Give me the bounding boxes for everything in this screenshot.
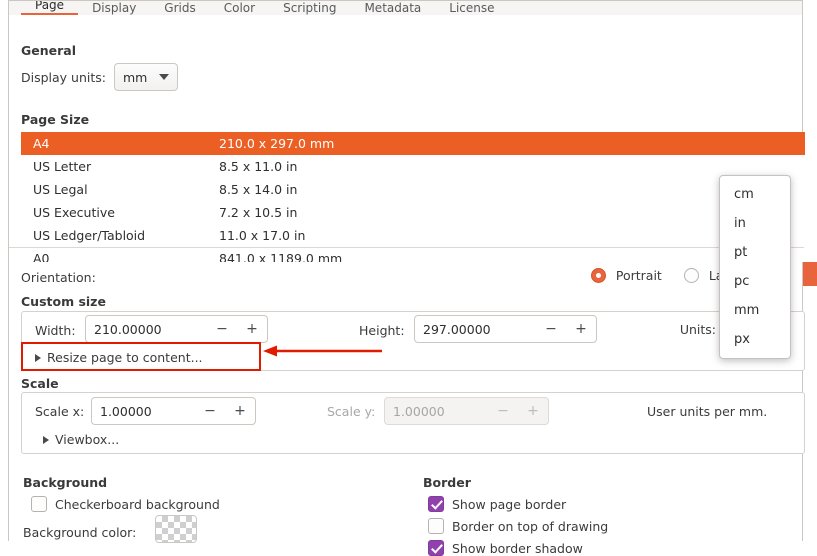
scale-y-decrement-button: − [497,403,509,419]
viewbox-label: Viewbox... [55,432,120,447]
show-page-border-checkbox-row[interactable]: Show page border [428,496,566,512]
width-label: Width: [35,323,76,338]
divider [9,247,804,248]
page-size-section-title: Page Size [21,112,90,127]
display-units-value: mm [123,69,148,85]
radio-landscape[interactable] [683,268,699,283]
table-row[interactable]: A4 210.0 x 297.0 mm [21,132,805,155]
units-dropdown-menu[interactable]: cm in pt pc mm px [719,175,791,359]
width-decrement-button[interactable]: − [207,316,237,342]
page-size-dims: 8.5 x 11.0 in [219,159,298,174]
viewbox-expander[interactable]: Viewbox... [43,432,119,447]
window-edge-fragment [803,262,817,286]
tab-color[interactable]: Color [210,1,269,16]
scale-x-decrement-button[interactable]: − [195,398,225,424]
background-color-label: Background color: [23,525,137,540]
height-label: Height: [359,323,405,338]
scale-y-increment-button: + [527,403,539,419]
custom-size-units-label: Units: [679,322,716,337]
border-on-top-checkbox-row[interactable]: Border on top of drawing [428,518,608,534]
checkerboard-background-label: Checkerboard background [55,496,220,512]
tab-grids[interactable]: Grids [150,1,209,16]
table-row[interactable]: US Letter 8.5 x 11.0 in [21,155,805,178]
scale-x-input[interactable] [92,398,195,424]
height-decrement-button[interactable]: − [536,316,566,342]
scale-x-spinner[interactable]: − + [91,397,256,425]
checkbox-border-on-top-of-drawing[interactable] [428,518,444,534]
units-option-cm[interactable]: cm [720,180,790,209]
checkbox-checkerboard-background[interactable] [31,496,47,512]
show-border-shadow-label: Show border shadow [452,540,583,556]
scale-x-increment-button[interactable]: + [225,398,255,424]
dialog-tab-strip: Page Display Grids Color Scripting Metad… [8,0,803,16]
width-input[interactable] [86,316,207,342]
page-size-list[interactable]: A4 210.0 x 297.0 mm US Letter 8.5 x 11.0… [21,132,805,262]
units-option-pc[interactable]: pc [720,267,790,296]
page-tab-panel: General Display units: mm Page Size A4 2… [8,15,805,556]
annotation-arrow-icon [263,345,382,357]
scale-y-label: Scale y: [327,404,376,419]
display-units-label: Display units: [21,70,106,85]
radio-portrait[interactable] [590,268,606,283]
scale-y-spinner: − + [384,397,549,425]
page-size-dims: 210.0 x 297.0 mm [219,136,335,151]
table-row[interactable]: A0 841.0 x 1189.0 mm [21,247,805,262]
height-spinner[interactable]: − + [414,315,597,343]
scale-y-input [385,398,488,424]
page-size-dims: 841.0 x 1189.0 mm [219,251,343,262]
chevron-down-icon [159,74,169,80]
background-section-title: Background [23,475,108,490]
tab-license[interactable]: License [435,1,508,16]
units-option-mm[interactable]: mm [720,296,790,325]
table-row[interactable]: US Ledger/Tabloid 11.0 x 17.0 in [21,224,805,247]
orientation-label: Orientation: [21,270,96,285]
height-input[interactable] [415,316,536,342]
checkbox-show-border-shadow[interactable] [428,540,444,556]
page-size-name: US Legal [33,182,88,197]
page-size-name: A4 [33,136,50,151]
display-units-combobox[interactable]: mm [114,63,178,91]
checkbox-show-page-border[interactable] [428,496,444,512]
width-increment-button[interactable]: + [237,316,267,342]
border-section-title: Border [423,475,471,490]
page-size-dims: 8.5 x 14.0 in [219,182,298,197]
units-option-pt[interactable]: pt [720,238,790,267]
page-size-name: US Executive [33,205,115,220]
page-size-name: US Ledger/Tabloid [33,228,146,243]
page-size-dims: 11.0 x 17.0 in [219,228,306,243]
border-on-top-label: Border on top of drawing [452,518,609,534]
general-section-title: General [21,43,76,58]
tab-page[interactable]: Page [21,1,79,16]
table-row[interactable]: US Executive 7.2 x 10.5 in [21,201,805,224]
page-size-name: A0 [33,251,50,262]
page-properties-dialog: Page Display Grids Color Scripting Metad… [0,0,817,556]
tab-display[interactable]: Display [78,1,150,16]
checkerboard-background-checkbox-row[interactable]: Checkerboard background [31,496,220,512]
scale-x-label: Scale x: [35,404,85,419]
page-size-name: US Letter [33,159,92,174]
page-size-dims: 7.2 x 10.5 in [219,205,298,220]
show-border-shadow-checkbox-row[interactable]: Show border shadow [428,540,583,556]
show-page-border-label: Show page border [452,496,567,512]
tab-scripting[interactable]: Scripting [269,1,350,16]
highlight-box [21,342,261,371]
width-spinner[interactable]: − + [85,315,268,343]
custom-size-section-title: Custom size [21,294,106,309]
height-increment-button[interactable]: + [566,316,596,342]
background-color-swatch[interactable] [155,515,197,543]
tab-metadata[interactable]: Metadata [350,1,435,16]
units-option-px[interactable]: px [720,325,790,354]
radio-portrait-label: Portrait [615,268,662,283]
scale-section-title: Scale [21,376,59,391]
triangle-right-icon [43,435,49,444]
user-units-label: User units per mm. [647,404,768,419]
units-option-in[interactable]: in [720,209,790,238]
table-row[interactable]: US Legal 8.5 x 14.0 in [21,178,805,201]
